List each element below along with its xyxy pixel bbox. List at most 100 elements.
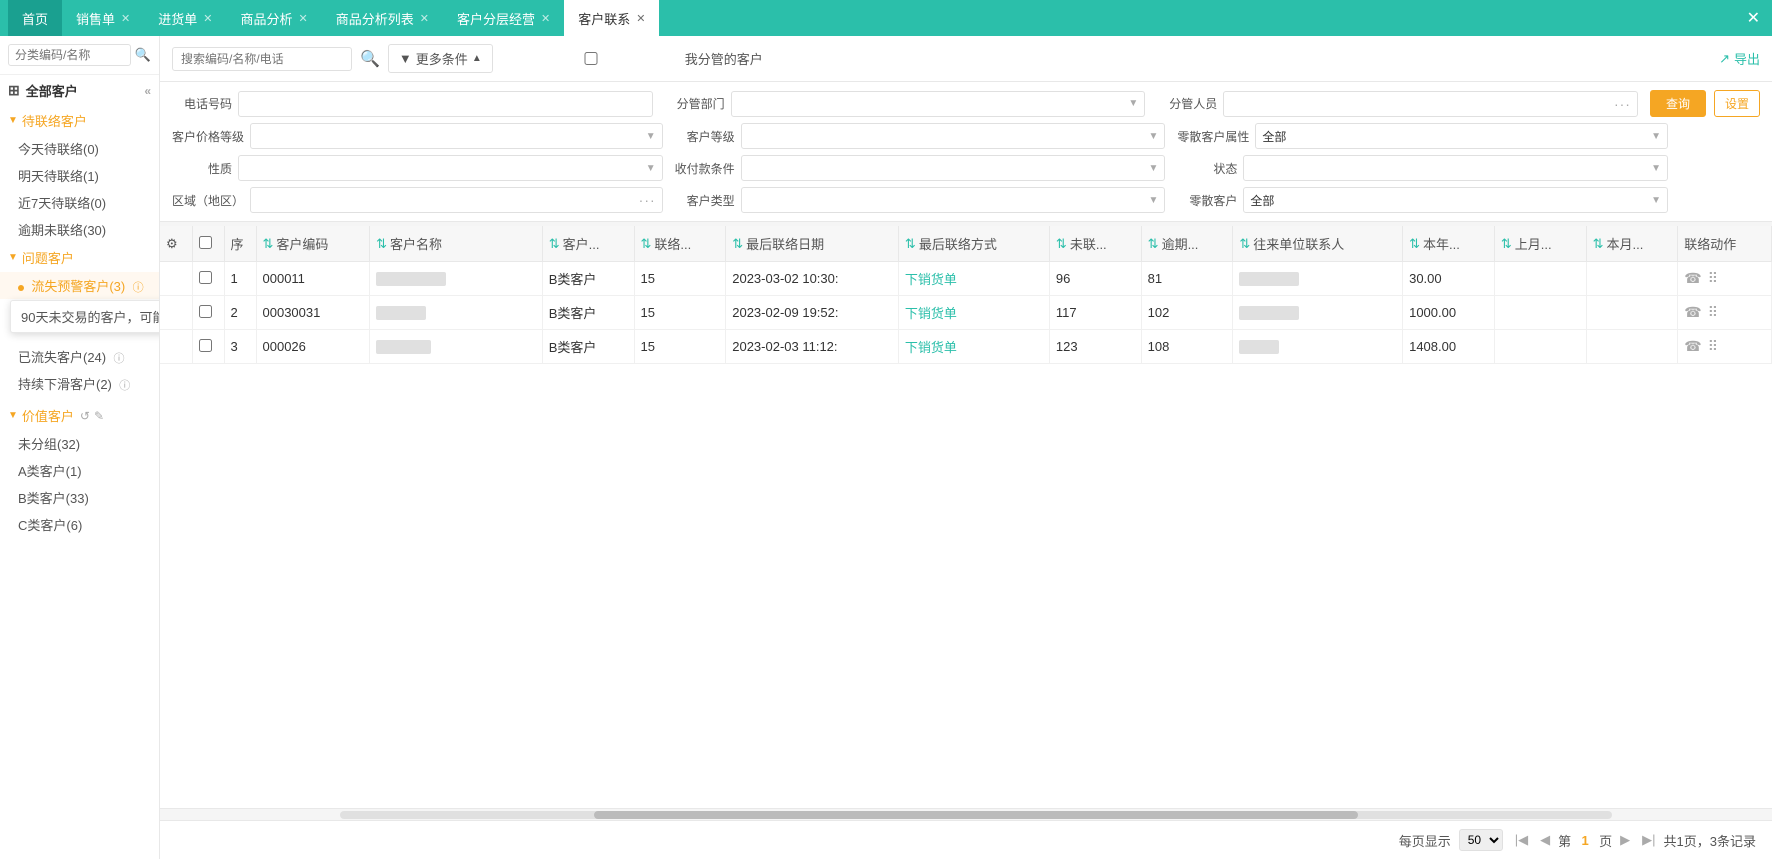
action-icons: ☎ ⠿: [1684, 304, 1765, 321]
tab-sales[interactable]: 销售单 ✕: [62, 0, 144, 36]
page-navigation: |◀ ◀ 第 1 页 ▶ ▶| 共1页，3条记录: [1511, 831, 1756, 850]
table-row: 2 00030031 B类客户 15 2023-02-09 19:52: 下销货…: [160, 296, 1772, 330]
refresh-icon[interactable]: ↺: [80, 409, 90, 423]
sidebar-group-pending[interactable]: ▼ 待联络客户: [0, 106, 159, 135]
search-input[interactable]: [172, 47, 352, 71]
next-page-btn[interactable]: ▶: [1616, 831, 1634, 849]
row-checkbox[interactable]: [199, 305, 212, 318]
horizontal-scrollbar[interactable]: [160, 808, 1772, 820]
sidebar-item-class-b[interactable]: B类客户(33): [0, 484, 159, 511]
tab-customer-layer[interactable]: 客户分层经营 ✕: [443, 0, 564, 36]
price-level-select[interactable]: ▼: [250, 123, 663, 149]
prev-page-btn[interactable]: ◀: [1536, 831, 1554, 849]
sidebar-item-7days[interactable]: 近7天待联络(0): [0, 189, 159, 216]
more-action-icon[interactable]: ⠿: [1708, 304, 1718, 321]
collapse-icon[interactable]: «: [144, 84, 151, 98]
sidebar-all-customers[interactable]: ⊞ 全部客户 «: [0, 75, 159, 106]
per-page-select[interactable]: 50: [1459, 829, 1503, 851]
close-icon[interactable]: ✕: [299, 12, 308, 25]
sort-icon: ⇅: [732, 236, 743, 252]
sidebar-item-class-a[interactable]: A类客户(1): [0, 457, 159, 484]
phone-input[interactable]: [238, 91, 653, 117]
tab-customer-contact[interactable]: 客户联系 ✕: [564, 0, 659, 36]
contact-method-link[interactable]: 下销货单: [905, 340, 957, 355]
sidebar-item-tomorrow[interactable]: 明天待联络(1): [0, 162, 159, 189]
sidebar-item-churned[interactable]: 已流失客户(24) ⓘ: [0, 343, 159, 370]
customer-level-select[interactable]: ▼: [741, 123, 1166, 149]
close-icon[interactable]: ✕: [121, 12, 130, 25]
retail-customer-select[interactable]: 全部 ▼: [1243, 187, 1668, 213]
sidebar-group-value[interactable]: ▼ 价值客户 ↺ ✎: [0, 401, 159, 430]
customer-table: ⚙ 序 ⇅客户编码 ⇅客户名称: [160, 226, 1772, 364]
edit-icon[interactable]: ✎: [94, 409, 104, 423]
scroll-track: [340, 811, 1612, 819]
sidebar-group-problem[interactable]: ▼ 问题客户: [0, 243, 159, 272]
setting-button[interactable]: 设置: [1714, 90, 1760, 117]
sidebar-item-declining[interactable]: 持续下滑客户(2) ⓘ: [0, 370, 159, 397]
search-icon[interactable]: 🔍: [135, 47, 151, 63]
more-action-icon[interactable]: ⠿: [1708, 338, 1718, 355]
sidebar-item-churn-warning[interactable]: 流失预警客户(3) ⓘ: [0, 272, 159, 299]
first-page-btn[interactable]: |◀: [1511, 831, 1532, 849]
my-customers-checkbox[interactable]: 我分管的客户: [501, 49, 763, 68]
select-all-checkbox[interactable]: [199, 236, 212, 249]
page-unit: 页: [1599, 831, 1612, 850]
nature-select[interactable]: ▼: [238, 155, 663, 181]
sidebar-search-input[interactable]: [8, 44, 131, 66]
sidebar-item-class-c[interactable]: C类客户(6): [0, 511, 159, 538]
export-btn[interactable]: ↗ 导出: [1719, 49, 1760, 68]
col-company-contact: ⇅往来单位联系人: [1233, 226, 1403, 262]
filter-bar: 🔍 ▼ 更多条件 ▲ 我分管的客户 ↗ 导出: [160, 36, 1772, 82]
sidebar-item-ungrouped[interactable]: 未分组(32): [0, 430, 159, 457]
tab-product-analysis[interactable]: 商品分析 ✕: [226, 0, 321, 36]
contact-method-link[interactable]: 下销货单: [905, 306, 957, 321]
sidebar-item-today[interactable]: 今天待联络(0): [0, 135, 159, 162]
sort-icon: ⇅: [1148, 236, 1159, 252]
last-page-btn[interactable]: ▶|: [1638, 831, 1659, 849]
close-icon[interactable]: ✕: [203, 12, 212, 25]
status-select[interactable]: ▼: [1243, 155, 1668, 181]
close-icon[interactable]: ✕: [636, 12, 645, 25]
row-checkbox[interactable]: [199, 339, 212, 352]
more-icon[interactable]: ···: [639, 192, 656, 208]
filter-phone: 电话号码: [172, 91, 653, 117]
phone-action-icon[interactable]: ☎: [1684, 270, 1701, 287]
my-customers-check[interactable]: [501, 52, 681, 65]
tab-purchase[interactable]: 进货单 ✕: [144, 0, 226, 36]
sort-icon: ⇅: [1409, 236, 1420, 252]
phone-action-icon[interactable]: ☎: [1684, 304, 1701, 321]
more-conditions-btn[interactable]: ▼ 更多条件 ▲: [388, 44, 493, 73]
manager-select[interactable]: ···: [1223, 91, 1638, 117]
more-icon[interactable]: ···: [1614, 96, 1631, 112]
region-select[interactable]: ···: [250, 187, 663, 213]
payment-select[interactable]: ▼: [741, 155, 1166, 181]
contact-method-link[interactable]: 下销货单: [905, 272, 957, 287]
window-close-icon[interactable]: ✕: [1747, 8, 1760, 28]
filter-customer-level: 客户等级 ▼: [675, 123, 1166, 149]
table-settings-icon[interactable]: ⚙: [166, 236, 186, 252]
dept-select[interactable]: ▼: [731, 91, 1146, 117]
chevron-down-icon: ▼: [1148, 163, 1158, 174]
col-last-month: ⇅上月...: [1494, 226, 1586, 262]
col-index: 序: [224, 226, 256, 262]
col-this-year: ⇅本年...: [1403, 226, 1495, 262]
more-action-icon[interactable]: ⠿: [1708, 270, 1718, 287]
customer-type-select[interactable]: ▼: [741, 187, 1166, 213]
sort-icon: ⇅: [1056, 236, 1067, 252]
col-last-date: ⇅最后联络日期: [726, 226, 899, 262]
search-submit-icon[interactable]: 🔍: [360, 49, 380, 69]
tab-product-analysis-list[interactable]: 商品分析列表 ✕: [322, 0, 443, 36]
sort-icon: ⇅: [641, 236, 652, 252]
query-button[interactable]: 查询: [1650, 90, 1706, 117]
retail-attr-select[interactable]: 全部 ▼: [1255, 123, 1668, 149]
close-icon[interactable]: ✕: [541, 12, 550, 25]
content-area: 🔍 ▼ 更多条件 ▲ 我分管的客户 ↗ 导出 电话号码: [160, 36, 1772, 859]
row-checkbox[interactable]: [199, 271, 212, 284]
sidebar-item-overdue[interactable]: 逾期未联络(30): [0, 216, 159, 243]
scroll-thumb[interactable]: [594, 811, 1357, 819]
blurred-name: [376, 306, 426, 320]
tab-home[interactable]: 首页: [8, 0, 62, 36]
phone-action-icon[interactable]: ☎: [1684, 338, 1701, 355]
close-icon[interactable]: ✕: [420, 12, 429, 25]
col-type: ⇅客户...: [542, 226, 634, 262]
